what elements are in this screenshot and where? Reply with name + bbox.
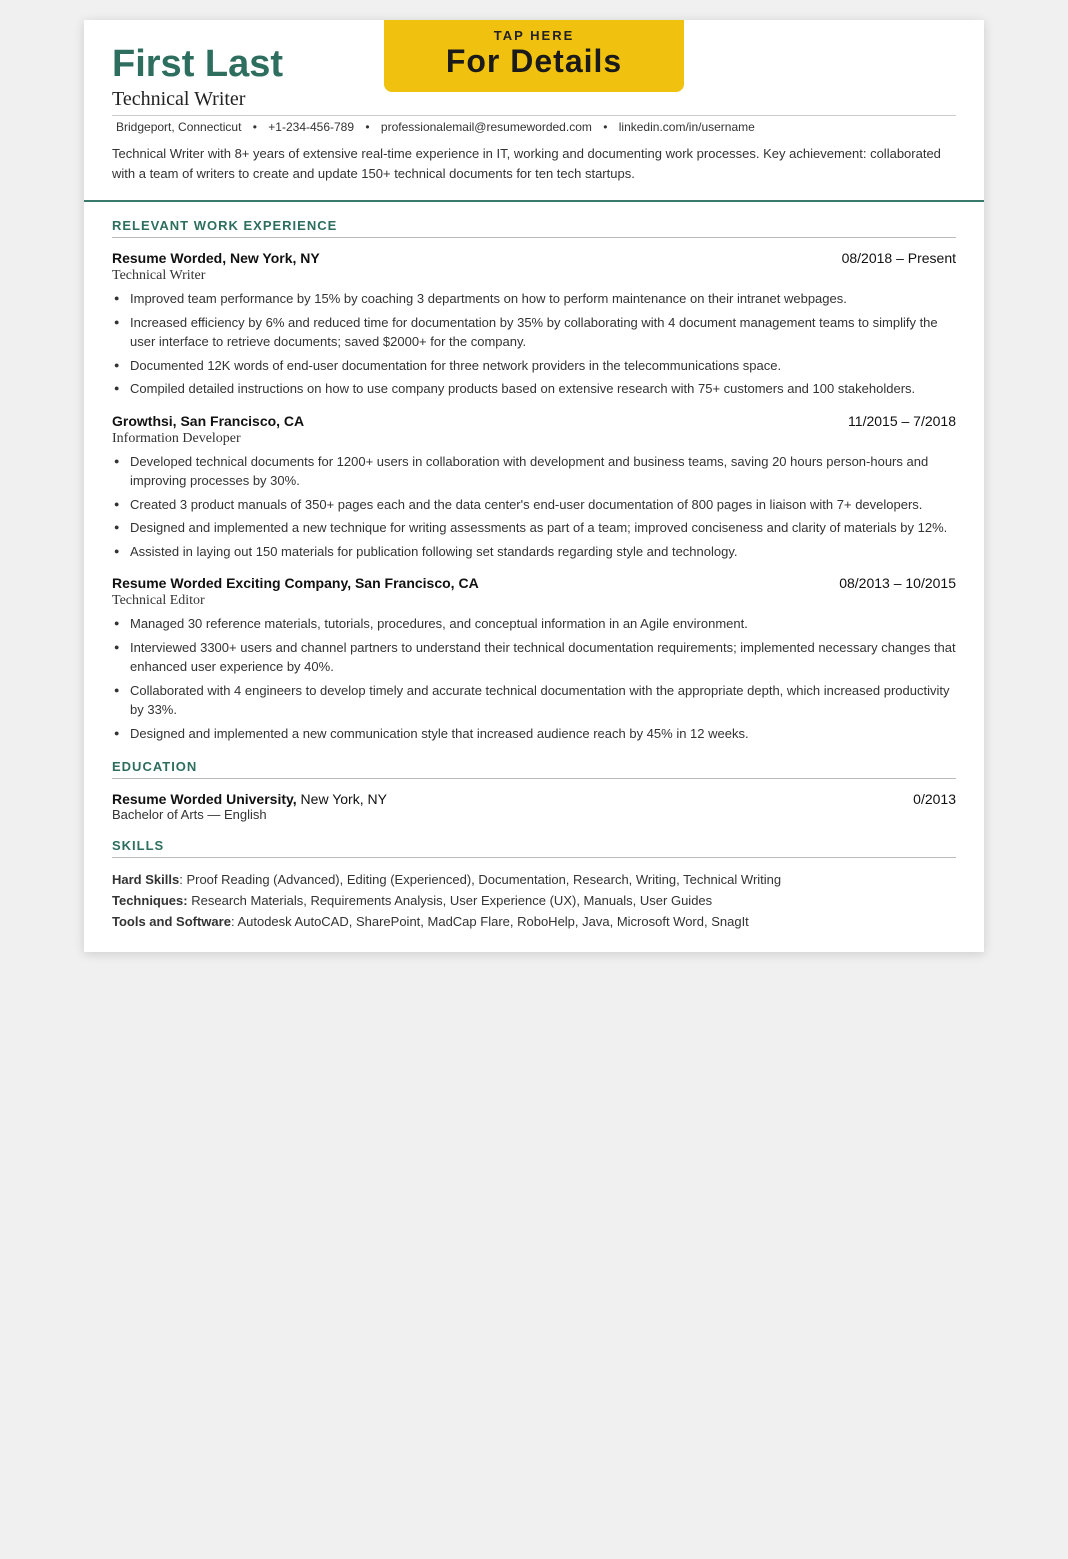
edu-institution-1: Resume Worded University, New York, NY	[112, 791, 387, 807]
job-block-1: Resume Worded, New York, NY 08/2018 – Pr…	[112, 250, 956, 399]
job-dates-1: 08/2018 – Present	[842, 250, 956, 266]
bullet-3-3: Collaborated with 4 engineers to develop…	[112, 681, 956, 720]
contact-linkedin: linkedin.com/in/username	[619, 120, 755, 134]
job-bullets-1: Improved team performance by 15% by coac…	[112, 289, 956, 399]
bullet-1-2: Increased efficiency by 6% and reduced t…	[112, 313, 956, 352]
bullet-1-1: Improved team performance by 15% by coac…	[112, 289, 956, 309]
contact-location: Bridgeport, Connecticut	[116, 120, 241, 134]
job-company-2: Growthsi, San Francisco, CA	[112, 413, 304, 429]
skill-value-2: Research Materials, Requirements Analysi…	[191, 893, 712, 908]
summary-text: Technical Writer with 8+ years of extens…	[112, 144, 956, 184]
edu-header-1: Resume Worded University, New York, NY 0…	[112, 791, 956, 807]
bullet-2-4: Assisted in laying out 150 materials for…	[112, 542, 956, 562]
skill-line-3: Tools and Software: Autodesk AutoCAD, Sh…	[112, 912, 956, 933]
edu-degree-1: Bachelor of Arts — English	[112, 807, 956, 822]
tap-here-banner[interactable]: TAP HERE For Details	[384, 20, 684, 92]
skills-block: Hard Skills: Proof Reading (Advanced), E…	[112, 870, 956, 932]
resume-page: TAP HERE For Details First Last Technica…	[84, 20, 984, 952]
bullet-3-2: Interviewed 3300+ users and channel part…	[112, 638, 956, 677]
skill-value-1: Proof Reading (Advanced), Editing (Exper…	[186, 872, 781, 887]
work-experience-divider	[112, 237, 956, 238]
skills-divider	[112, 857, 956, 858]
contact-separator-3: •	[603, 120, 611, 134]
education-divider	[112, 778, 956, 779]
job-company-3: Resume Worded Exciting Company, San Fran…	[112, 575, 479, 591]
job-dates-3: 08/2013 – 10/2015	[839, 575, 956, 591]
job-dates-2: 11/2015 – 7/2018	[848, 413, 956, 429]
skill-line-2: Techniques: Research Materials, Requirem…	[112, 891, 956, 912]
job-role-2: Information Developer	[112, 431, 956, 447]
bullet-1-4: Compiled detailed instructions on how to…	[112, 379, 956, 399]
bullet-2-3: Designed and implemented a new technique…	[112, 518, 956, 538]
edu-institution-rest: New York, NY	[297, 791, 387, 807]
bullet-3-4: Designed and implemented a new communica…	[112, 724, 956, 744]
skill-label-2: Techniques:	[112, 893, 188, 908]
contact-separator-2: •	[365, 120, 373, 134]
skill-line-1: Hard Skills: Proof Reading (Advanced), E…	[112, 870, 956, 891]
skill-label-3: Tools and Software	[112, 914, 231, 929]
skill-label-1: Hard Skills	[112, 872, 179, 887]
contact-phone: +1-234-456-789	[268, 120, 354, 134]
edu-date-1: 0/2013	[913, 791, 956, 807]
tap-here-bottom-text: For Details	[414, 43, 654, 80]
header-section: TAP HERE For Details First Last Technica…	[84, 20, 984, 202]
work-experience-heading: RELEVANT WORK EXPERIENCE	[112, 218, 956, 233]
contact-email: professionalemail@resumeworded.com	[381, 120, 592, 134]
skill-value-3: Autodesk AutoCAD, SharePoint, MadCap Fla…	[237, 914, 748, 929]
job-bullets-2: Developed technical documents for 1200+ …	[112, 452, 956, 562]
bullet-2-2: Created 3 product manuals of 350+ pages …	[112, 495, 956, 515]
tap-here-top-text: TAP HERE	[414, 28, 654, 43]
bullet-2-1: Developed technical documents for 1200+ …	[112, 452, 956, 491]
bullet-3-1: Managed 30 reference materials, tutorial…	[112, 614, 956, 634]
edu-block-1: Resume Worded University, New York, NY 0…	[112, 791, 956, 822]
skills-heading: SKILLS	[112, 838, 956, 853]
contact-line: Bridgeport, Connecticut • +1-234-456-789…	[112, 120, 956, 134]
job-header-2: Growthsi, San Francisco, CA 11/2015 – 7/…	[112, 413, 956, 429]
content-section: RELEVANT WORK EXPERIENCE Resume Worded, …	[84, 218, 984, 952]
job-role-3: Technical Editor	[112, 593, 956, 609]
contact-separator-1: •	[253, 120, 261, 134]
job-company-1: Resume Worded, New York, NY	[112, 250, 320, 266]
job-header-1: Resume Worded, New York, NY 08/2018 – Pr…	[112, 250, 956, 266]
job-block-2: Growthsi, San Francisco, CA 11/2015 – 7/…	[112, 413, 956, 562]
education-heading: EDUCATION	[112, 759, 956, 774]
job-header-3: Resume Worded Exciting Company, San Fran…	[112, 575, 956, 591]
bullet-1-3: Documented 12K words of end-user documen…	[112, 356, 956, 376]
job-role-1: Technical Writer	[112, 268, 956, 284]
edu-institution-bold: Resume Worded University,	[112, 791, 297, 807]
job-bullets-3: Managed 30 reference materials, tutorial…	[112, 614, 956, 743]
job-block-3: Resume Worded Exciting Company, San Fran…	[112, 575, 956, 743]
